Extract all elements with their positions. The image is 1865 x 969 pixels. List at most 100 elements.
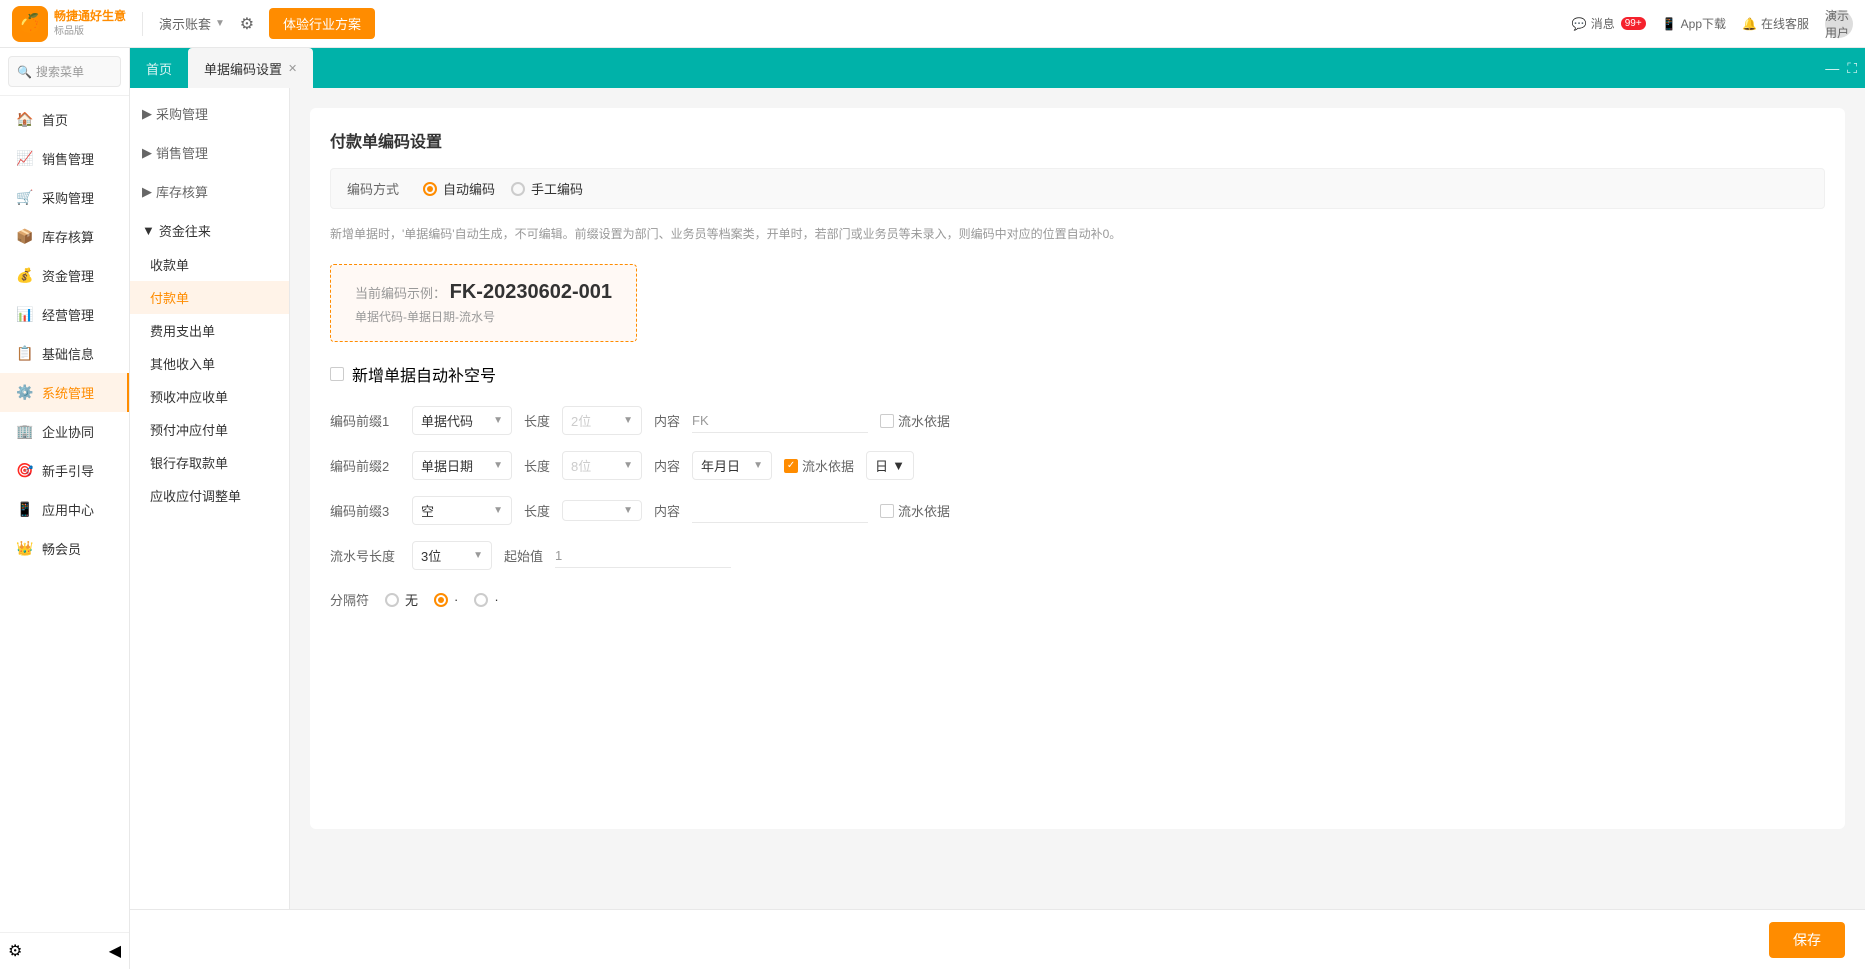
maximize-icon[interactable]: ⛶ [1847, 60, 1857, 77]
sidebar-item-purchase[interactable]: 🛒 采购管理 [0, 178, 129, 217]
online-service-action[interactable]: 🔔 在线客服 [1742, 15, 1809, 32]
serial-length-select[interactable]: 3位 ▼ [412, 541, 492, 570]
prefix1-serial-check[interactable]: 流水依据 [880, 411, 950, 430]
tab-home[interactable]: 首页 [130, 48, 188, 88]
separator-none[interactable]: 无 [385, 590, 418, 609]
prefix2-length-select[interactable]: 8位 ▼ [562, 451, 642, 480]
sidebar-item-operation-label: 经营管理 [42, 305, 94, 324]
sidebar-item-inventory[interactable]: 📦 库存核算 [0, 217, 129, 256]
prefix2-length-value: 8位 [571, 456, 591, 475]
message-action[interactable]: 💬 消息 99+ [1572, 15, 1646, 32]
submenu-sales-label: 销售管理 [156, 143, 208, 162]
submenu-item-payment[interactable]: 付款单 [130, 281, 289, 314]
submenu-group-purchase: ▶ 采购管理 [130, 96, 289, 131]
save-button[interactable]: 保存 [1769, 922, 1845, 958]
prefix2-serial-label: 流水依据 [802, 456, 854, 475]
submenu-item-payment-label: 付款单 [150, 291, 189, 306]
sub-menu: ▶ 采购管理 ▶ 销售管理 ▶ 库存核算 [130, 88, 290, 909]
separator-dash[interactable]: · [474, 592, 498, 607]
submenu-item-prepay-pay[interactable]: 预付冲应付单 [130, 413, 289, 446]
prefix3-select[interactable]: 空 ▼ [412, 496, 512, 525]
radio-manual-label: 手工编码 [531, 179, 583, 198]
sidebar-item-basic[interactable]: 📋 基础信息 [0, 334, 129, 373]
submenu-purchase-expand: ▶ [142, 106, 152, 122]
basic-icon: 📋 [16, 345, 34, 363]
prefix2-serial-checkbox[interactable]: ✓ [784, 459, 798, 473]
avatar[interactable]: 演示用户 [1825, 10, 1853, 38]
prefix1-select[interactable]: 单据代码 ▼ [412, 406, 512, 435]
submenu-purchase-header[interactable]: ▶ 采购管理 [130, 96, 289, 131]
prefix3-content-input[interactable] [692, 499, 868, 523]
header-left: 🍊 畅捷通好生意 标品版 演示账套 ▼ ⚙ 体验行业方案 [12, 6, 375, 42]
prefix2-day-select[interactable]: 日 ▼ [866, 451, 914, 480]
start-value-input[interactable] [555, 544, 731, 568]
separator-dash-label: · [494, 592, 498, 607]
sidebar-item-sales[interactable]: 📈 销售管理 [0, 139, 129, 178]
app-download-action[interactable]: 📱 App下载 [1662, 15, 1726, 32]
sidebar-item-guide[interactable]: 🎯 新手引导 [0, 451, 129, 490]
radio-manual[interactable]: 手工编码 [511, 179, 583, 198]
home-icon: 🏠 [16, 111, 34, 129]
prefix1-content-input[interactable] [692, 409, 868, 433]
prefix2-select[interactable]: 单据日期 ▼ [412, 451, 512, 480]
prefix1-select-value: 单据代码 [421, 411, 473, 430]
prefix3-length-select[interactable]: ▼ [562, 500, 642, 521]
settings-icon[interactable]: ⚙ [233, 10, 261, 38]
download-icon: 📱 [1662, 17, 1677, 31]
settings-bottom-icon[interactable]: ⚙ [8, 941, 22, 961]
tab-coding[interactable]: 单据编码设置 ✕ [188, 48, 313, 88]
sidebar-search: 🔍 搜索菜单 [0, 48, 129, 96]
submenu-item-bank[interactable]: 银行存取款单 [130, 446, 289, 479]
submenu-inv-header[interactable]: ▶ 库存核算 [130, 174, 289, 209]
submenu-item-adjust[interactable]: 应收应付调整单 [130, 479, 289, 512]
auto-fill-checkbox[interactable] [330, 367, 344, 381]
submenu-item-other-income[interactable]: 其他收入单 [130, 347, 289, 380]
company-name: 演示账套 [159, 14, 211, 33]
submenu-item-receipt[interactable]: 收款单 [130, 248, 289, 281]
config-row-2: 编码前缀2 单据日期 ▼ 长度 8位 ▼ 内容 年月日 [330, 451, 1825, 480]
prefix3-content-label: 内容 [654, 501, 680, 520]
sidebar-item-operation[interactable]: 📊 经营管理 [0, 295, 129, 334]
sidebar-item-corp[interactable]: 🏢 企业协同 [0, 412, 129, 451]
sidebar-item-home[interactable]: 🏠 首页 [0, 100, 129, 139]
prefix2-serial-check[interactable]: ✓ 流水依据 [784, 456, 854, 475]
serial-length-caret: ▼ [473, 550, 483, 561]
prefix1-content-label: 内容 [654, 411, 680, 430]
prefix3-length-label: 长度 [524, 501, 550, 520]
brand-logo: 🍊 [12, 6, 48, 42]
submenu-sales-expand: ▶ [142, 145, 152, 161]
radio-auto[interactable]: 自动编码 [423, 179, 495, 198]
sidebar-item-member[interactable]: 👑 畅会员 [0, 529, 129, 568]
sidebar-item-apps[interactable]: 📱 应用中心 [0, 490, 129, 529]
header-divider [142, 12, 143, 36]
sidebar-item-finance[interactable]: 💰 资金管理 [0, 256, 129, 295]
company-selector[interactable]: 演示账套 ▼ [159, 14, 225, 33]
submenu-item-prepay-receive[interactable]: 预收冲应收单 [130, 380, 289, 413]
minimize-icon[interactable]: — [1825, 60, 1839, 76]
submenu-group-inv: ▶ 库存核算 [130, 174, 289, 209]
radio-auto-circle [423, 182, 437, 196]
submenu-item-bank-label: 银行存取款单 [150, 456, 228, 471]
sidebar-item-system[interactable]: ⚙️ 系统管理 [0, 373, 129, 412]
submenu-sales-header[interactable]: ▶ 销售管理 [130, 135, 289, 170]
prefix1-serial-checkbox[interactable] [880, 414, 894, 428]
separator-dot[interactable]: · [434, 592, 458, 607]
prefix3-serial-check[interactable]: 流水依据 [880, 501, 950, 520]
search-button[interactable]: 🔍 搜索菜单 [8, 56, 121, 87]
submenu-item-expense[interactable]: 费用支出单 [130, 314, 289, 347]
separator-dot-circle [434, 593, 448, 607]
prefix1-length-value: 2位 [571, 411, 591, 430]
sales-icon: 📈 [16, 150, 34, 168]
submenu-capital-header[interactable]: ▼ 资金往来 [130, 213, 289, 248]
prefix2-content-select[interactable]: 年月日 ▼ [692, 451, 772, 480]
prefix3-serial-checkbox[interactable] [880, 504, 894, 518]
tab-close-icon[interactable]: ✕ [288, 62, 297, 75]
submenu-capital-label: 资金往来 [159, 221, 211, 240]
panel-card: 付款单编码设置 编码方式 自动编码 手工编码 [310, 108, 1845, 829]
prefix1-length-select[interactable]: 2位 ▼ [562, 406, 642, 435]
submenu-item-expense-label: 费用支出单 [150, 324, 215, 339]
separator-none-label: 无 [405, 590, 418, 609]
collapse-icon[interactable]: ◀ [109, 941, 121, 961]
prefix2-caret-icon: ▼ [493, 460, 503, 471]
trial-button[interactable]: 体验行业方案 [269, 8, 375, 39]
